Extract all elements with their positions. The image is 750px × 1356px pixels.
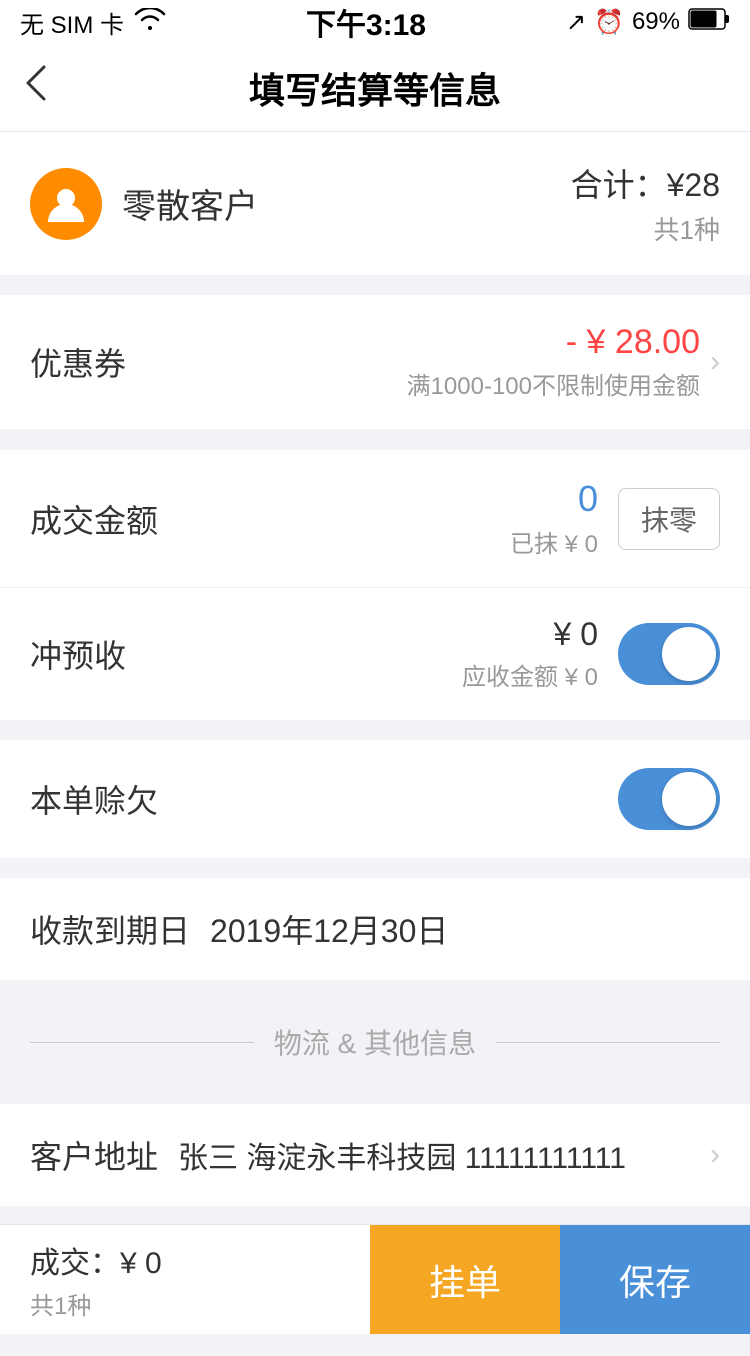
chevron-right-icon: › xyxy=(710,345,720,379)
bottom-summary: 成交：¥ 0 共1种 xyxy=(0,1238,370,1321)
amount-label: 成交金额 xyxy=(30,496,158,542)
bottom-count: 共1种 xyxy=(30,1286,340,1321)
status-left: 无 SIM 卡 xyxy=(20,5,166,40)
alarm-icon: ⏰ xyxy=(594,8,624,37)
coupon-row[interactable]: 优惠券 - ¥ 28.00 满1000-100不限制使用金额 › xyxy=(0,295,750,430)
battery-icon xyxy=(688,8,730,37)
round-zero-button[interactable]: 抹零 xyxy=(618,488,720,550)
status-right: ↗ ⏰ 69% xyxy=(566,8,730,37)
transaction-section: 成交金额 0 已抹 ¥ 0 抹零 冲预收 ¥ 0 应收金额 ¥ 0 xyxy=(0,450,750,720)
duedate-row: 收款到期日 2019年12月30日 xyxy=(30,906,720,952)
prepay-row: 冲预收 ¥ 0 应收金额 ¥ 0 xyxy=(0,588,750,720)
address-chevron-icon: › xyxy=(710,1138,720,1172)
bottom-buttons: 挂单 保存 xyxy=(370,1225,750,1334)
bottom-bar: 成交：¥ 0 共1种 挂单 保存 xyxy=(0,1224,750,1334)
page-title: 填写结算等信息 xyxy=(249,62,501,114)
total-label: 合计：¥28 xyxy=(571,160,720,206)
amount-right: 0 已抹 ¥ 0 抹零 xyxy=(510,478,720,559)
logistics-label: 物流 & 其他信息 xyxy=(274,1022,476,1062)
address-section[interactable]: 客户地址 张三 海淀永丰科技园 11111111111 › xyxy=(0,1104,750,1206)
prepay-toggle[interactable] xyxy=(618,623,720,685)
avatar xyxy=(30,168,102,240)
deal-amount: ¥ 0 xyxy=(120,1247,162,1280)
coupon-label: 优惠券 xyxy=(30,339,126,385)
customer-total: 合计：¥28 共1种 xyxy=(571,160,720,247)
prepay-amount: ¥ 0 xyxy=(462,616,598,653)
deal-label: 成交： xyxy=(30,1247,120,1280)
coupon-desc: 满1000-100不限制使用金额 xyxy=(407,366,700,401)
amount-value: 0 xyxy=(510,478,598,520)
amount-sub: 已抹 ¥ 0 xyxy=(510,524,598,559)
divider-line-left xyxy=(30,1042,254,1043)
coupon-discount: - ¥ 28.00 xyxy=(407,323,700,362)
wifi-icon xyxy=(134,8,166,37)
debt-section: 本单赊欠 xyxy=(0,740,750,858)
location-icon: ↗ xyxy=(566,8,586,37)
save-button[interactable]: 保存 xyxy=(560,1225,750,1334)
customer-name: 零散客户 xyxy=(122,179,258,228)
item-count: 共1种 xyxy=(571,210,720,247)
customer-section: 零散客户 合计：¥28 共1种 xyxy=(0,132,750,275)
prepay-values: ¥ 0 应收金额 ¥ 0 xyxy=(462,616,598,692)
toggle-knob xyxy=(662,627,716,681)
divider-line-right xyxy=(496,1042,720,1043)
debt-toggle-knob xyxy=(662,772,716,826)
logistics-divider: 物流 & 其他信息 xyxy=(0,1000,750,1084)
amount-row: 成交金额 0 已抹 ¥ 0 抹零 xyxy=(0,450,750,588)
prepay-receivable: 应收金额 ¥ 0 xyxy=(462,657,598,692)
customer-info: 零散客户 xyxy=(30,168,258,240)
duedate-value: 2019年12月30日 xyxy=(210,906,448,952)
duedate-section: 收款到期日 2019年12月30日 xyxy=(0,878,750,980)
bottom-deal: 成交：¥ 0 xyxy=(30,1238,340,1282)
status-bar: 无 SIM 卡 下午3:18 ↗ ⏰ 69% xyxy=(0,0,750,44)
debt-label: 本单赊欠 xyxy=(30,776,158,822)
duedate-label: 收款到期日 xyxy=(30,906,190,952)
battery-percent: 69% xyxy=(632,8,680,36)
hang-button[interactable]: 挂单 xyxy=(370,1225,560,1334)
address-label: 客户地址 xyxy=(30,1132,158,1178)
amount-col: 0 已抹 ¥ 0 xyxy=(510,478,598,559)
address-value: 张三 海淀永丰科技园 11111111111 xyxy=(178,1133,710,1177)
debt-toggle[interactable] xyxy=(618,768,720,830)
coupon-right: - ¥ 28.00 满1000-100不限制使用金额 › xyxy=(407,323,720,401)
back-button[interactable] xyxy=(24,63,48,113)
sim-status: 无 SIM 卡 xyxy=(20,5,124,40)
prepay-right: ¥ 0 应收金额 ¥ 0 xyxy=(462,616,720,692)
prepay-label: 冲预收 xyxy=(30,631,126,677)
coupon-content: - ¥ 28.00 满1000-100不限制使用金额 xyxy=(407,323,700,401)
nav-bar: 填写结算等信息 xyxy=(0,44,750,132)
status-time: 下午3:18 xyxy=(306,0,426,44)
coupon-section: 优惠券 - ¥ 28.00 满1000-100不限制使用金额 › xyxy=(0,295,750,430)
